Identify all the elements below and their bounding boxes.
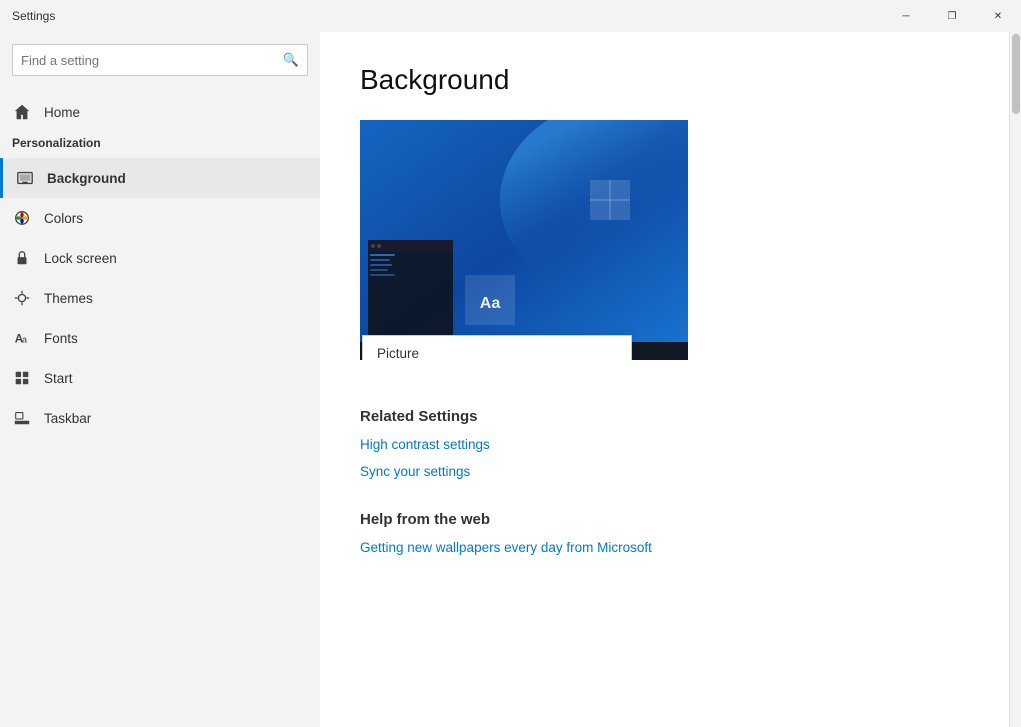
sidebar-section-label: Personalization (0, 132, 320, 158)
dropdown-menu: Picture Solid color Slideshow Spotlight … (362, 335, 632, 360)
lock-icon (12, 248, 32, 268)
sidebar-item-themes[interactable]: Themes (0, 278, 320, 318)
colors-icon (12, 208, 32, 228)
sidebar-item-lockscreen[interactable]: Lock screen (0, 238, 320, 278)
app-body: 🔍 Home Personalization Background (0, 32, 1021, 727)
window-controls: ─ ❐ ✕ (883, 0, 1021, 32)
page-title: Background (360, 64, 981, 96)
sidebar-item-background-label: Background (47, 171, 126, 186)
sidebar-item-background[interactable]: Background (0, 158, 320, 198)
scrollbar-thumb[interactable] (1012, 34, 1020, 114)
help-section: Help from the web Getting new wallpapers… (360, 511, 981, 555)
start-icon (12, 368, 32, 388)
sidebar-item-fonts-label: Fonts (44, 331, 78, 346)
sidebar-item-themes-label: Themes (44, 291, 93, 306)
scrollbar-track (1009, 32, 1021, 727)
svg-text:Aa: Aa (480, 295, 501, 312)
sidebar: 🔍 Home Personalization Background (0, 32, 320, 727)
high-contrast-link[interactable]: High contrast settings (360, 437, 981, 452)
preview-image: Aa Picture Solid color Slideshow Spotlig… (360, 120, 688, 360)
help-section-heading: Help from the web (360, 511, 981, 528)
sync-settings-link[interactable]: Sync your settings (360, 464, 981, 479)
restore-button[interactable]: ❐ (929, 0, 975, 32)
new-wallpapers-link[interactable]: Getting new wallpapers every day from Mi… (360, 540, 981, 555)
sidebar-item-taskbar-label: Taskbar (44, 411, 91, 426)
app-title: Settings (12, 9, 55, 23)
sidebar-item-lockscreen-label: Lock screen (44, 251, 117, 266)
sidebar-item-colors[interactable]: Colors (0, 198, 320, 238)
close-button[interactable]: ✕ (975, 0, 1021, 32)
sidebar-item-home-label: Home (44, 105, 80, 120)
svg-text:a: a (22, 335, 27, 345)
minimize-button[interactable]: ─ (883, 0, 929, 32)
search-input[interactable] (21, 53, 283, 68)
sidebar-item-start-label: Start (44, 371, 73, 386)
background-icon (15, 168, 35, 188)
main-content: Background (320, 32, 1021, 727)
sidebar-item-start[interactable]: Start (0, 358, 320, 398)
sidebar-item-fonts[interactable]: A a Fonts (0, 318, 320, 358)
taskbar-icon (12, 408, 32, 428)
sidebar-item-taskbar[interactable]: Taskbar (0, 398, 320, 438)
search-icon[interactable]: 🔍 (283, 52, 299, 68)
sidebar-item-home[interactable]: Home (0, 92, 320, 132)
fonts-icon: A a (12, 328, 32, 348)
related-settings-heading: Related Settings (360, 408, 981, 425)
themes-icon (12, 288, 32, 308)
home-icon (12, 102, 32, 122)
search-box[interactable]: 🔍 (12, 44, 308, 76)
background-preview: Aa Picture Solid color Slideshow Spotlig… (360, 120, 688, 360)
related-settings-section: Related Settings High contrast settings … (360, 408, 981, 479)
sidebar-item-colors-label: Colors (44, 211, 83, 226)
title-bar: Settings ─ ❐ ✕ (0, 0, 1021, 32)
dropdown-item-picture[interactable]: Picture (363, 336, 631, 360)
background-type-dropdown[interactable]: Picture Solid color Slideshow Spotlight … (362, 335, 632, 360)
